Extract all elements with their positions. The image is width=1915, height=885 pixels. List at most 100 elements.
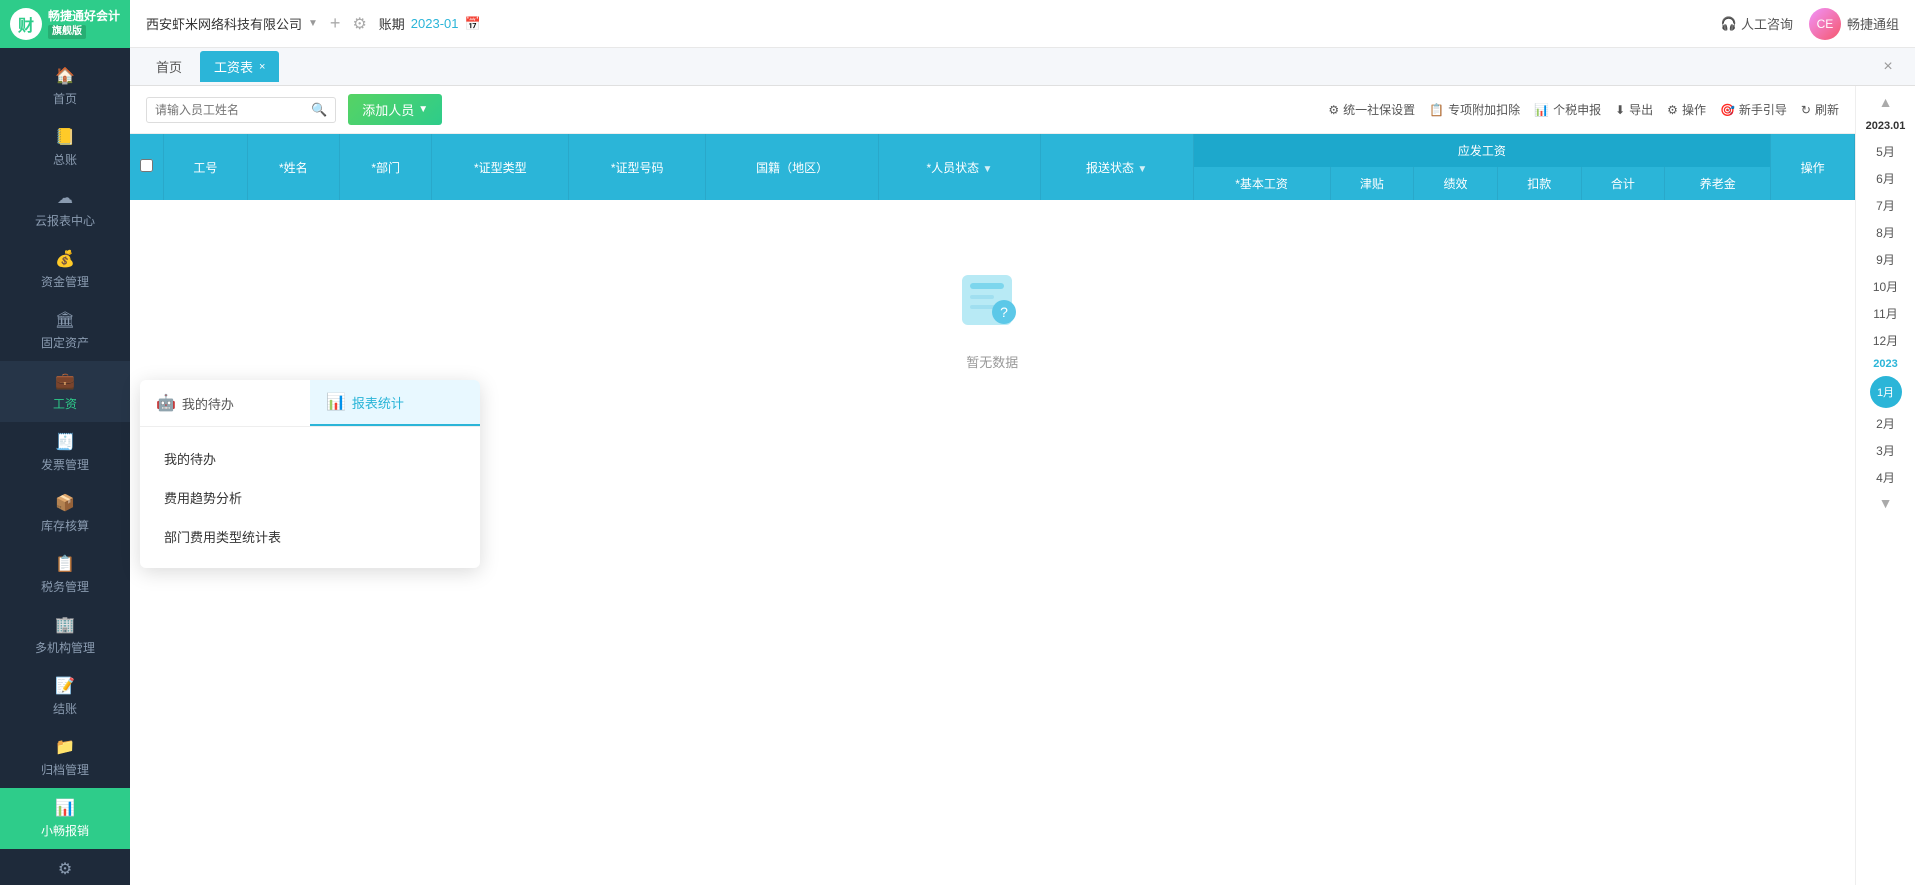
action-label-5: 新手引导	[1739, 101, 1787, 118]
company-selector[interactable]: 西安虾米网络科技有限公司 ▼	[146, 14, 318, 33]
tab-salary-label: 工资表	[214, 57, 253, 76]
sidebar-label-4: 固定资产	[41, 334, 89, 351]
popup-report-item-0[interactable]: 费用趋势分析	[156, 478, 464, 517]
sidebar-item-4[interactable]: 🏛 固定资产	[0, 300, 130, 361]
popup-tab-1[interactable]: 📊报表统计	[310, 380, 480, 426]
sidebar-icon-9: 🏢	[55, 615, 75, 635]
sidebar-label-11: 归档管理	[41, 761, 89, 778]
popup-tab-0[interactable]: 🤖我的待办	[140, 380, 310, 426]
app-logo: 财 畅捷通好会计 旗舰版	[0, 0, 130, 48]
timeline-prev-month-7[interactable]: 12月	[1869, 327, 1902, 354]
select-all-checkbox[interactable]	[140, 159, 153, 172]
sidebar-icon-13: ⚙	[58, 859, 72, 879]
sidebar-icon-5: 💼	[55, 371, 75, 391]
sidebar-item-1[interactable]: 📒总账	[0, 117, 130, 178]
th-operation: 操作	[1771, 134, 1855, 200]
window-close-btn[interactable]: ×	[1873, 52, 1903, 82]
popup-report-item-1[interactable]: 部门费用类型统计表	[156, 517, 464, 556]
sidebar-label-6: 发票管理	[41, 456, 89, 473]
timeline-prev-months: 5月6月7月8月9月10月11月12月	[1869, 138, 1902, 354]
search-input[interactable]	[155, 103, 305, 117]
sidebar-label-2: 云报表中心	[35, 212, 95, 229]
timeline-next-month-1[interactable]: 3月	[1872, 437, 1899, 464]
timeline-nav-up[interactable]: ▲	[1874, 90, 1898, 114]
sidebar-label-0: 首页	[53, 90, 77, 107]
sidebar-icon-3: 💰	[55, 249, 75, 269]
action-label-0: 统一社保设置	[1343, 101, 1415, 118]
company-name: 西安虾米网络科技有限公司	[146, 14, 302, 33]
sidebar-label-3: 资金管理	[41, 273, 89, 290]
add-person-chevron-icon: ▼	[418, 104, 428, 115]
sidebar-item-8[interactable]: 📋税务管理	[0, 544, 130, 605]
popup-pending-item-0[interactable]: 我的待办	[156, 439, 464, 478]
sidebar-item-2[interactable]: ☁云报表中心	[0, 178, 130, 239]
sidebar-item-7[interactable]: 📦库存核算	[0, 483, 130, 544]
timeline-next-month-0[interactable]: 2月	[1872, 410, 1899, 437]
th-salary-group: 应发工资	[1193, 134, 1771, 167]
toolbar-action-4[interactable]: ⚙操作	[1667, 101, 1706, 118]
toolbar-action-2[interactable]: 📊个税申报	[1534, 101, 1601, 118]
tab-close-icon[interactable]: ×	[259, 61, 265, 73]
search-box[interactable]: 🔍	[146, 97, 336, 123]
popup-tabs: 🤖我的待办📊报表统计	[140, 380, 480, 427]
support-btn[interactable]: 🎧 人工咨询	[1721, 14, 1793, 33]
th-checkbox	[130, 134, 164, 200]
toolbar-action-0[interactable]: ⚙统一社保设置	[1328, 101, 1415, 118]
timeline-next-month-2[interactable]: 4月	[1872, 464, 1899, 491]
period-selector[interactable]: 账期 2023-01 📅	[379, 14, 481, 33]
timeline-prev-month-0[interactable]: 5月	[1869, 138, 1902, 165]
sidebar-item-12[interactable]: 📊小畅报销	[0, 788, 130, 849]
sidebar-label-12: 小畅报销	[41, 822, 89, 839]
sidebar-icon-7: 📦	[55, 493, 75, 513]
sidebar-item-13[interactable]: ⚙基础设置	[0, 849, 130, 885]
th-pension: 养老金	[1665, 167, 1771, 200]
popup-body: 我的待办费用趋势分析部门费用类型统计表	[140, 427, 480, 568]
add-person-button[interactable]: 添加人员 ▼	[348, 94, 442, 125]
th-performance: 绩效	[1414, 167, 1498, 200]
logo-text: 畅捷通好会计 旗舰版	[48, 9, 120, 39]
sidebar-item-11[interactable]: 📁归档管理	[0, 727, 130, 788]
tab-home[interactable]: 首页	[142, 51, 196, 82]
header-actions: 🎧 人工咨询 CE 畅捷通组	[1721, 8, 1899, 40]
sidebar-item-3[interactable]: 💰 资金管理	[0, 239, 130, 300]
timeline-next-months: 2月3月4月	[1872, 410, 1899, 491]
timeline-prev-month-2[interactable]: 7月	[1869, 192, 1902, 219]
action-label-2: 个税申报	[1553, 101, 1601, 118]
timeline-prev-month-4[interactable]: 9月	[1869, 246, 1902, 273]
user-profile[interactable]: CE 畅捷通组	[1809, 8, 1899, 40]
sidebar-icon-0: 🏠	[55, 66, 75, 86]
th-cert-no: *证型号码	[569, 134, 706, 200]
timeline-header: 2023.01	[1862, 114, 1910, 138]
toolbar-action-6[interactable]: ↻刷新	[1801, 101, 1839, 118]
timeline-current-month[interactable]: 1月	[1870, 376, 1902, 408]
th-number: 工号	[164, 134, 248, 200]
timeline-prev-month-1[interactable]: 6月	[1869, 165, 1902, 192]
toolbar-action-5[interactable]: 🎯新手引导	[1720, 101, 1787, 118]
timeline-prev-month-6[interactable]: 11月	[1869, 300, 1902, 327]
tab-salary[interactable]: 工资表 ×	[200, 51, 279, 82]
action-label-6: 刷新	[1815, 101, 1839, 118]
company-chevron-icon: ▼	[308, 18, 318, 29]
sidebar-item-9[interactable]: 🏢多机构管理	[0, 605, 130, 666]
sidebar-icon-4: 🏛	[55, 310, 75, 330]
sidebar-item-6[interactable]: 🧾 发票管理	[0, 422, 130, 483]
sidebar-item-0[interactable]: 🏠 首页	[0, 56, 130, 117]
th-person-status: *人员状态 ▼	[879, 134, 1041, 200]
add-period-btn[interactable]: +	[330, 13, 341, 34]
timeline-prev-month-3[interactable]: 8月	[1869, 219, 1902, 246]
sidebar-icon-6: 🧾	[55, 432, 75, 452]
timeline-prev-month-5[interactable]: 10月	[1869, 273, 1902, 300]
user-name: 畅捷通组	[1847, 14, 1899, 33]
popup-card: 🤖我的待办📊报表统计 我的待办费用趋势分析部门费用类型统计表	[140, 380, 480, 568]
th-base-salary: *基本工资	[1193, 167, 1330, 200]
settings-icon[interactable]: ⚙	[352, 14, 366, 34]
sidebar-item-5[interactable]: 💼工资	[0, 361, 130, 422]
sidebar-icon-10: 📝	[55, 676, 75, 696]
period-label: 账期	[379, 14, 405, 33]
timeline-nav-down[interactable]: ▼	[1874, 491, 1898, 515]
toolbar-action-1[interactable]: 📋专项附加扣除	[1429, 101, 1520, 118]
empty-state-text: 暂无数据	[966, 352, 1018, 371]
support-label: 人工咨询	[1741, 14, 1793, 33]
sidebar-item-10[interactable]: 📝结账	[0, 666, 130, 727]
toolbar-action-3[interactable]: ⬇导出	[1615, 101, 1653, 118]
